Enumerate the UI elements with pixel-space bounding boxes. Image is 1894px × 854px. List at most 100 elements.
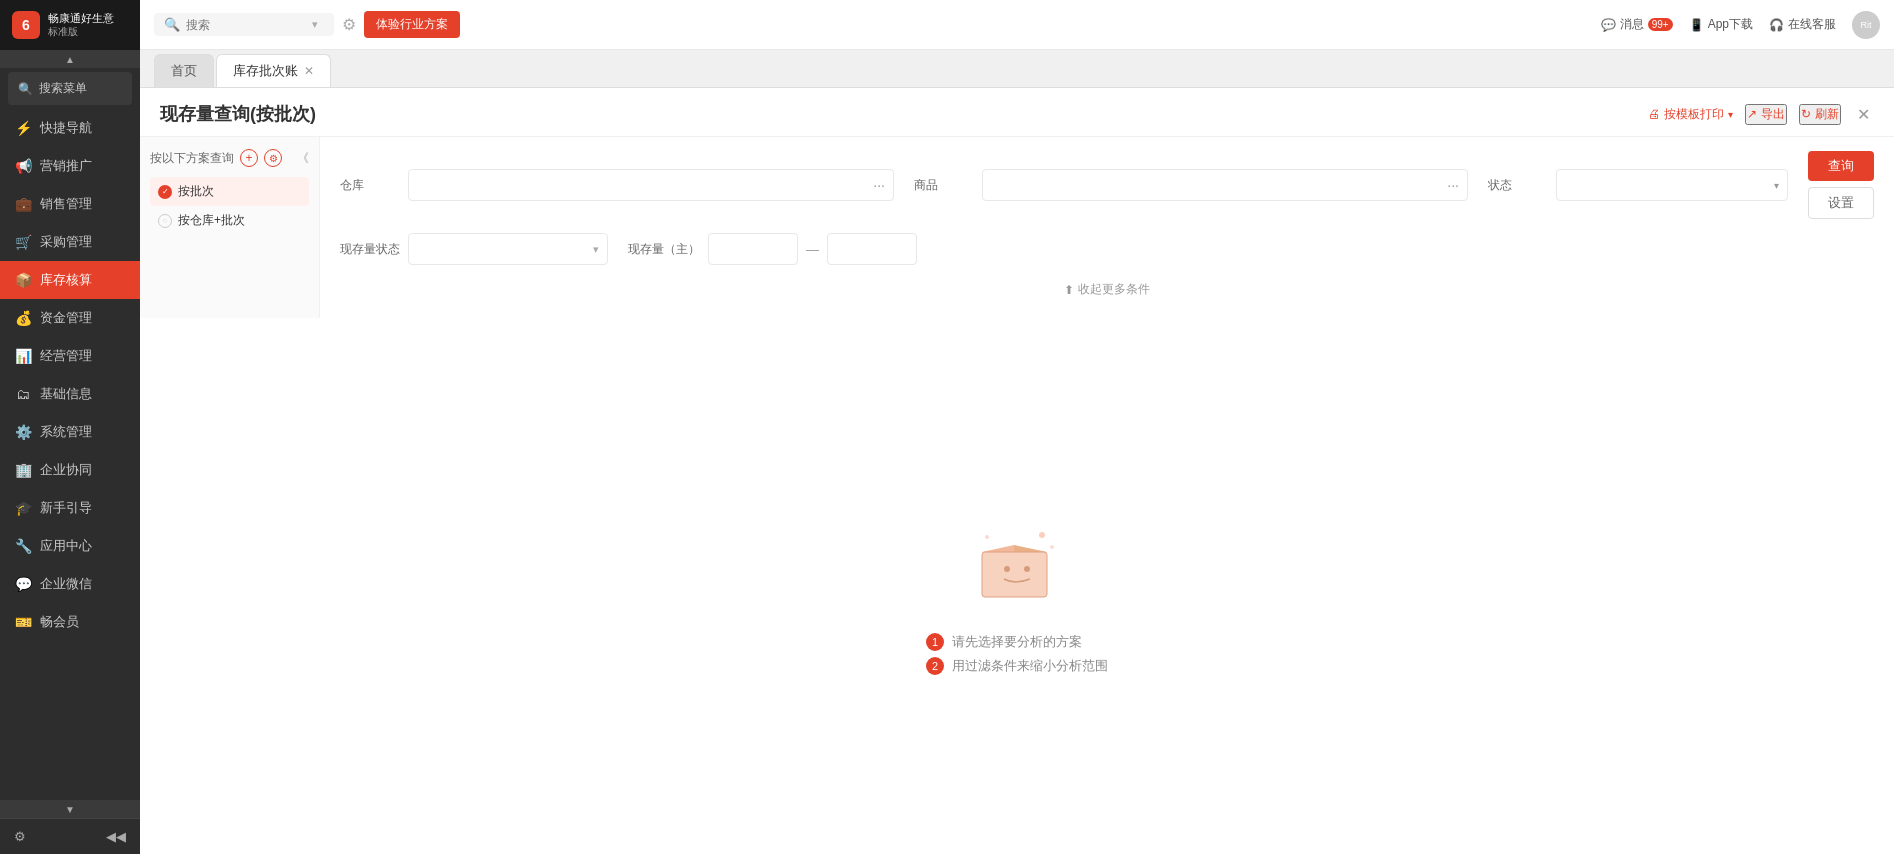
basic-icon: 🗂 — [14, 385, 32, 403]
filter-row-2: 现存量状态 ▾ 现存量（主） — — [340, 233, 1874, 265]
empty-tip-2: 2 用过滤条件来缩小分析范围 — [926, 657, 1108, 675]
sidebar-item-label: 快捷导航 — [40, 119, 92, 137]
stock-range-min[interactable] — [708, 233, 798, 265]
tip-2-number: 2 — [926, 657, 944, 675]
tab-batch[interactable]: 库存批次账 ✕ — [216, 54, 331, 87]
sidebar-settings-icon[interactable]: ⚙ — [14, 829, 26, 844]
product-label: 商品 — [914, 177, 974, 194]
export-label: 导出 — [1761, 106, 1785, 123]
message-icon: 💬 — [1601, 18, 1616, 32]
sidebar-item-system[interactable]: ⚙️ 系统管理 — [0, 413, 140, 451]
marketing-icon: 📢 — [14, 157, 32, 175]
status-input[interactable]: ▾ — [1556, 169, 1788, 201]
sidebar-item-label: 采购管理 — [40, 233, 92, 251]
operations-icon: 📊 — [14, 347, 32, 365]
sidebar-search[interactable]: 🔍 搜索菜单 — [8, 72, 132, 105]
export-button[interactable]: ↗ 导出 — [1745, 104, 1787, 125]
sidebar-collapse-button[interactable]: 《 — [297, 150, 309, 167]
app-download-action[interactable]: 📱 App下载 — [1689, 16, 1753, 33]
filter-row-1: 仓库 ··· 商品 ··· 状态 — [340, 151, 1874, 219]
topbar-search-input[interactable] — [186, 18, 306, 32]
warehouse-label: 仓库 — [340, 177, 400, 194]
filter-area: 按以下方案查询 + ⚙ 《 ✓ 按批次 ○ 按仓库+批次 — [140, 137, 1894, 318]
stock-range-max[interactable] — [827, 233, 917, 265]
wechat-icon: 💬 — [14, 575, 32, 593]
sidebar-item-label: 资金管理 — [40, 309, 92, 327]
main-area: 🔍 ▾ ⚙ 体验行业方案 💬 消息 99+ 📱 App下载 🎧 在线客服 — [140, 0, 1894, 854]
sidebar-item-quicknav[interactable]: ⚡ 快捷导航 — [0, 109, 140, 147]
status-dropdown-icon: ▾ — [1774, 180, 1779, 191]
topbar-settings-icon[interactable]: ⚙ — [342, 15, 356, 34]
sidebar-item-enterprise[interactable]: 🏢 企业协同 — [0, 451, 140, 489]
print-dropdown-icon: ▾ — [1728, 109, 1733, 120]
message-badge: 99+ — [1648, 18, 1673, 31]
svg-point-3 — [1024, 566, 1030, 572]
sidebar-item-label: 系统管理 — [40, 423, 92, 441]
filter-form: 仓库 ··· 商品 ··· 状态 — [320, 137, 1894, 318]
industry-solution-button[interactable]: 体验行业方案 — [364, 11, 460, 38]
settings-button[interactable]: 设置 — [1808, 187, 1874, 219]
product-input[interactable]: ··· — [982, 169, 1468, 201]
status-field: 状态 ▾ — [1488, 169, 1788, 201]
warehouse-input[interactable]: ··· — [408, 169, 894, 201]
message-action[interactable]: 💬 消息 99+ — [1601, 16, 1673, 33]
system-icon: ⚙️ — [14, 423, 32, 441]
svg-point-4 — [1039, 532, 1045, 538]
topbar-search-box[interactable]: 🔍 ▾ — [154, 13, 334, 36]
content-close-button[interactable]: ✕ — [1853, 105, 1874, 124]
appstore-icon: 🔧 — [14, 537, 32, 555]
sidebar-scroll-up[interactable]: ▲ — [0, 50, 140, 68]
sidebar-collapse-icon[interactable]: ◀◀ — [106, 829, 126, 844]
user-avatar-area[interactable]: Rit — [1852, 11, 1880, 39]
refresh-icon: ↻ — [1801, 107, 1811, 121]
collapse-more-button[interactable]: ⬆ 收起更多条件 — [340, 275, 1874, 304]
app-download-label: App下载 — [1708, 16, 1753, 33]
sidebar-scroll-down[interactable]: ▼ — [0, 800, 140, 818]
sidebar-item-marketing[interactable]: 📢 营销推广 — [0, 147, 140, 185]
scheme-item-batch[interactable]: ✓ 按批次 — [150, 177, 309, 206]
filter-sidebar-title: 按以下方案查询 + ⚙ 《 — [150, 149, 309, 167]
search-icon: 🔍 — [18, 82, 33, 96]
sidebar-item-vip[interactable]: 🎫 畅会员 — [0, 603, 140, 641]
message-label: 消息 — [1620, 16, 1644, 33]
sidebar-item-sales[interactable]: 💼 销售管理 — [0, 185, 140, 223]
sidebar-item-newbie[interactable]: 🎓 新手引导 — [0, 489, 140, 527]
topbar: 🔍 ▾ ⚙ 体验行业方案 💬 消息 99+ 📱 App下载 🎧 在线客服 — [140, 0, 1894, 50]
add-scheme-button[interactable]: + — [240, 149, 258, 167]
empty-state: 1 请先选择要分析的方案 2 用过滤条件来缩小分析范围 — [140, 318, 1894, 854]
sidebar-item-appstore[interactable]: 🔧 应用中心 — [0, 527, 140, 565]
online-service-action[interactable]: 🎧 在线客服 — [1769, 16, 1836, 33]
export-icon: ↗ — [1747, 107, 1757, 121]
topbar-left: 🔍 ▾ ⚙ 体验行业方案 — [154, 11, 1591, 38]
tab-home[interactable]: 首页 — [154, 54, 214, 87]
content-area: 现存量查询(按批次) 🖨 按模板打印 ▾ ↗ 导出 ↻ 刷新 ✕ — [140, 88, 1894, 854]
tab-batch-close[interactable]: ✕ — [304, 65, 314, 77]
vip-icon: 🎫 — [14, 613, 32, 631]
quicknav-icon: ⚡ — [14, 119, 32, 137]
stock-status-label: 现存量状态 — [340, 241, 400, 258]
sidebar-item-operations[interactable]: 📊 经营管理 — [0, 337, 140, 375]
scheme-warehouse-batch-label: 按仓库+批次 — [178, 212, 245, 229]
sidebar-item-purchase[interactable]: 🛒 采购管理 — [0, 223, 140, 261]
setting-scheme-button[interactable]: ⚙ — [264, 149, 282, 167]
sidebar-item-inventory[interactable]: 📦 库存核算 — [0, 261, 140, 299]
sidebar-item-finance[interactable]: 💰 资金管理 — [0, 299, 140, 337]
sidebar-item-label: 经营管理 — [40, 347, 92, 365]
service-icon: 🎧 — [1769, 18, 1784, 32]
stock-status-select[interactable]: ▾ — [408, 233, 608, 265]
sidebar-item-wechat[interactable]: 💬 企业微信 — [0, 565, 140, 603]
sidebar-item-label: 企业微信 — [40, 575, 92, 593]
sidebar-item-label: 畅会员 — [40, 613, 79, 631]
newbie-icon: 🎓 — [14, 499, 32, 517]
sidebar-item-label: 应用中心 — [40, 537, 92, 555]
sidebar: 6 畅康通好生意 标准版 ▲ 🔍 搜索菜单 ⚡ 快捷导航 📢 营销推广 💼 销售… — [0, 0, 140, 854]
finance-icon: 💰 — [14, 309, 32, 327]
template-print-button[interactable]: 🖨 按模板打印 ▾ — [1648, 106, 1733, 123]
sidebar-item-basic[interactable]: 🗂 基础信息 — [0, 375, 140, 413]
scheme-item-warehouse-batch[interactable]: ○ 按仓库+批次 — [150, 206, 309, 235]
search-label: 搜索菜单 — [39, 80, 87, 97]
refresh-button[interactable]: ↻ 刷新 — [1799, 104, 1841, 125]
query-button[interactable]: 查询 — [1808, 151, 1874, 181]
tabbar: 首页 库存批次账 ✕ — [140, 50, 1894, 88]
topbar-search-icon: 🔍 — [164, 17, 180, 32]
